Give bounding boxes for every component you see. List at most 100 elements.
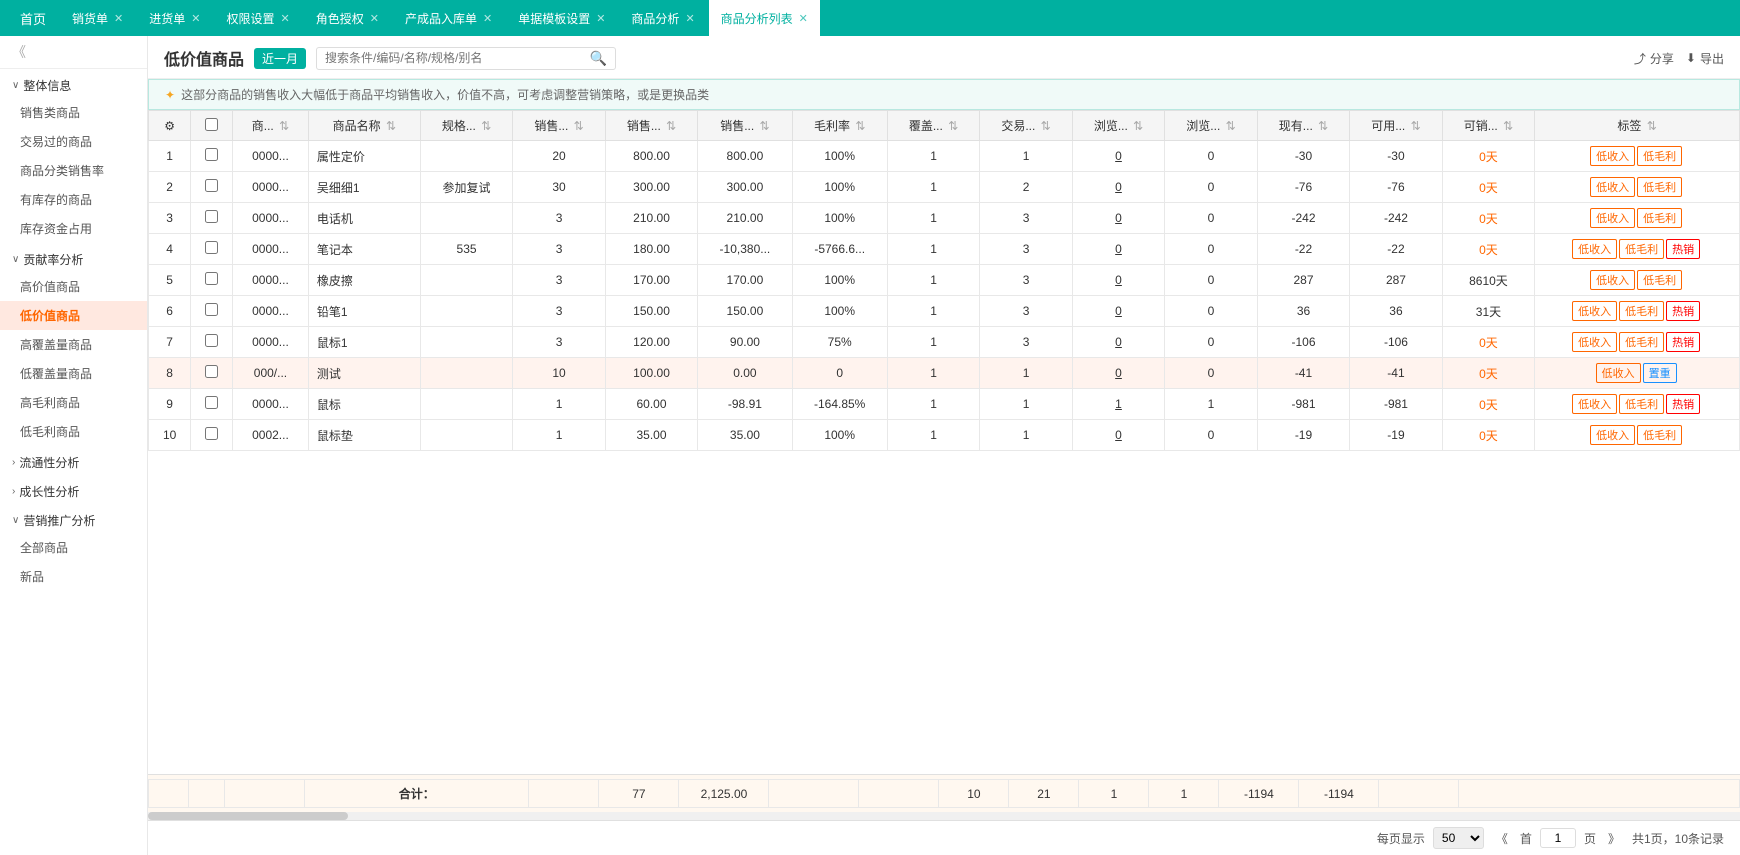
row-col7[interactable]: 0 [1072,358,1164,389]
col-transaction[interactable]: 交易... ⇅ [980,111,1072,141]
sidebar-group-growth[interactable]: › 成长性分析 [0,475,147,504]
row-col7[interactable]: 1 [1072,389,1164,420]
row-col7[interactable]: 0 [1072,420,1164,451]
row-col7[interactable]: 0 [1072,296,1164,327]
nav-close-3[interactable]: ✕ [370,12,379,25]
scrollbar-thumb[interactable] [148,812,348,820]
col-coverage[interactable]: 覆盖... ⇅ [887,111,979,141]
row-select-checkbox[interactable] [205,210,218,223]
nav-close-7[interactable]: ✕ [799,12,808,25]
nav-item-4[interactable]: 产成品入库单 ✕ [393,0,504,36]
row-checkbox[interactable] [191,172,233,203]
nav-close-2[interactable]: ✕ [281,12,290,25]
row-select-checkbox[interactable] [205,365,218,378]
col-spec[interactable]: 规格... ⇅ [420,111,512,141]
sidebar-group-overall[interactable]: ∨ 整体信息 [0,69,147,98]
export-button[interactable]: ⬇ 导出 [1686,50,1724,67]
row-checkbox[interactable] [191,234,233,265]
search-icon[interactable]: 🔍 [590,50,607,67]
row-checkbox[interactable] [191,327,233,358]
row-checkbox[interactable] [191,296,233,327]
sidebar-group-contribution[interactable]: ∨ 贡献率分析 [0,243,147,272]
sidebar-item-new-goods[interactable]: 新品 [0,562,147,591]
col-available[interactable]: 可用... ⇅ [1350,111,1442,141]
nav-close-5[interactable]: ✕ [596,12,605,25]
row-col7[interactable]: 0 [1072,141,1164,172]
select-all-checkbox[interactable] [205,118,218,131]
row-select-checkbox[interactable] [205,396,218,409]
sidebar-item-high-coverage[interactable]: 高覆盖量商品 [0,330,147,359]
col-sales3[interactable]: 销售... ⇅ [698,111,792,141]
per-page-select[interactable]: 50 100 200 [1433,827,1484,849]
row-select-checkbox[interactable] [205,179,218,192]
nav-close-1[interactable]: ✕ [191,12,200,25]
row-col7[interactable]: 0 [1072,172,1164,203]
col-code[interactable]: 商... ⇅ [233,111,309,141]
next-page-btn[interactable]: 》 [1604,828,1624,849]
nav-close-0[interactable]: ✕ [114,12,123,25]
col-checkbox-all[interactable] [191,111,233,141]
col-sales2[interactable]: 销售... ⇅ [605,111,697,141]
col-gross-margin[interactable]: 毛利率 ⇅ [792,111,887,141]
nav-item-2[interactable]: 权限设置 ✕ [214,0,301,36]
share-button[interactable]: ⤴ 分享 [1634,50,1674,67]
row-col7[interactable]: 0 [1072,327,1164,358]
row-col7[interactable]: 0 [1072,265,1164,296]
table-container[interactable]: ⚙ 商... ⇅ 商品名称 ⇅ 规格... ⇅ 销售... ⇅ 销售... ⇅ … [148,110,1740,774]
row-checkbox[interactable] [191,358,233,389]
row-col3: 0.00 [698,358,792,389]
row-select-checkbox[interactable] [205,303,218,316]
col-settings[interactable]: ⚙ [149,111,191,141]
col-sales1[interactable]: 销售... ⇅ [513,111,605,141]
row-select-checkbox[interactable] [205,148,218,161]
sidebar-collapse-btn[interactable]: 《 [8,42,30,62]
col-tags[interactable]: 标签 ⇅ [1535,111,1740,141]
nav-home[interactable]: 首页 [8,0,58,36]
horizontal-scrollbar[interactable] [148,812,1740,820]
sidebar-item-stock-goods[interactable]: 有库存的商品 [0,185,147,214]
row-checkbox[interactable] [191,141,233,172]
sidebar-group-marketing[interactable]: ∨ 营销推广分析 [0,504,147,533]
row-col7[interactable]: 0 [1072,234,1164,265]
nav-item-0[interactable]: 销货单 ✕ [60,0,135,36]
prev-page-btn[interactable]: 《 [1492,828,1512,849]
page-number-input[interactable] [1540,828,1576,848]
col-browse2[interactable]: 浏览... ⇅ [1165,111,1257,141]
row-select-checkbox[interactable] [205,272,218,285]
sidebar-item-high-profit[interactable]: 高毛利商品 [0,388,147,417]
sidebar-item-stock-capital[interactable]: 库存资金占用 [0,214,147,243]
row-checkbox[interactable] [191,420,233,451]
row-checkbox[interactable] [191,265,233,296]
col-name[interactable]: 商品名称 ⇅ [308,111,420,141]
col-browse1[interactable]: 浏览... ⇅ [1072,111,1164,141]
search-input[interactable] [325,51,586,65]
row-spec [420,389,512,420]
row-checkbox[interactable] [191,203,233,234]
sidebar-item-high-value[interactable]: 高价值商品 [0,272,147,301]
sidebar-item-all-goods[interactable]: 全部商品 [0,533,147,562]
nav-close-6[interactable]: ✕ [685,12,694,25]
nav-item-5[interactable]: 单据模板设置 ✕ [506,0,617,36]
sidebar-item-traded-goods[interactable]: 交易过的商品 [0,127,147,156]
nav-close-4[interactable]: ✕ [483,12,492,25]
col-sellable[interactable]: 可销... ⇅ [1442,111,1534,141]
col-current-stock[interactable]: 现有... ⇅ [1257,111,1349,141]
nav-item-3[interactable]: 角色授权 ✕ [304,0,391,36]
sidebar-item-low-value[interactable]: 低价值商品 [0,301,147,330]
nav-item-6[interactable]: 商品分析 ✕ [619,0,706,36]
sidebar-item-sales-goods[interactable]: 销售类商品 [0,98,147,127]
row-checkbox[interactable] [191,389,233,420]
sidebar-item-low-profit[interactable]: 低毛利商品 [0,417,147,446]
row-select-checkbox[interactable] [205,334,218,347]
row-col7[interactable]: 0 [1072,203,1164,234]
row-col4: 0 [792,358,887,389]
row-select-checkbox[interactable] [205,241,218,254]
sidebar-item-low-coverage[interactable]: 低覆盖量商品 [0,359,147,388]
date-tag[interactable]: 近一月 [254,48,306,69]
nav-item-7[interactable]: 商品分析列表 ✕ [709,0,820,36]
nav-item-1[interactable]: 进货单 ✕ [137,0,212,36]
sidebar-group-liquidity[interactable]: › 流通性分析 [0,446,147,475]
sidebar-item-category-sales-rate[interactable]: 商品分类销售率 [0,156,147,185]
row-select-checkbox[interactable] [205,427,218,440]
row-col1: 10 [513,358,605,389]
